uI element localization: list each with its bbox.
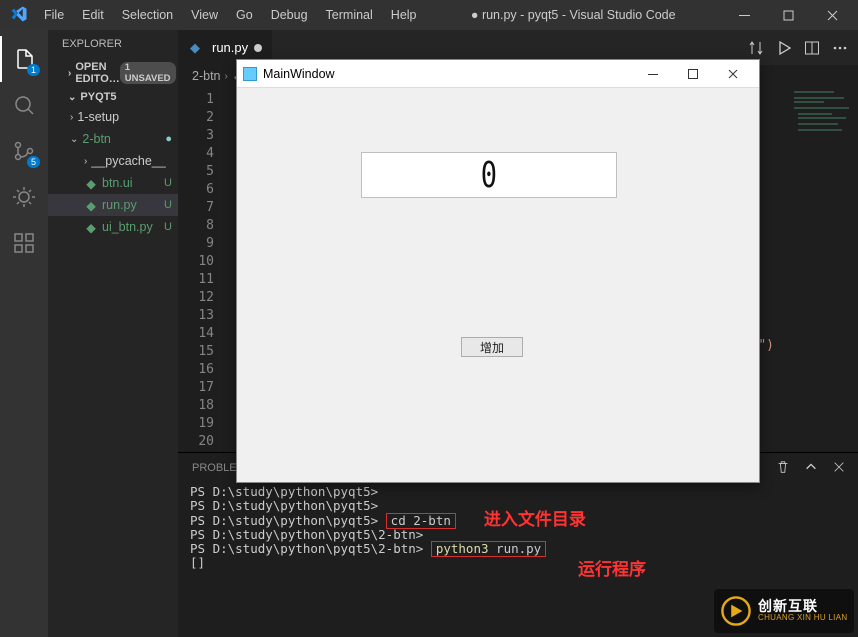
scm-badge: 5 xyxy=(27,156,40,168)
close-icon[interactable] xyxy=(810,0,854,30)
qt-logo-icon xyxy=(243,67,257,81)
workspace-header[interactable]: ⌄ PYQT5 xyxy=(48,88,178,106)
menu-edit[interactable]: Edit xyxy=(74,4,112,26)
folder-2-btn[interactable]: ⌄2-btn● xyxy=(48,128,178,150)
annotation-enter-dir: 进入文件目录 xyxy=(484,510,586,530)
menu-file[interactable]: File xyxy=(36,4,72,26)
explorer-icon[interactable]: 1 xyxy=(0,36,48,82)
highlight-box: python3 run.py xyxy=(431,541,546,557)
run-icon[interactable] xyxy=(776,40,792,56)
python-file-icon: ◆ xyxy=(84,198,98,212)
python-file-icon: ◆ xyxy=(84,220,98,234)
menu-go[interactable]: Go xyxy=(228,4,261,26)
code-fragment: ") xyxy=(758,337,774,355)
chevron-right-icon: › xyxy=(70,112,73,123)
activity-bar: 1 5 xyxy=(0,30,48,637)
chevron-right-icon: › xyxy=(84,156,87,167)
source-control-icon[interactable]: 5 xyxy=(0,128,48,174)
extensions-icon[interactable] xyxy=(0,220,48,266)
unsaved-badge: 1 UNSAVED xyxy=(120,62,176,84)
minimize-icon[interactable] xyxy=(633,61,673,87)
modified-dot-icon xyxy=(254,44,262,52)
menu-bar: File Edit Selection View Go Debug Termin… xyxy=(36,4,425,26)
chevron-down-icon: ⌄ xyxy=(70,134,78,145)
brand-mark-icon xyxy=(720,595,752,627)
python-file-icon: ◆ xyxy=(188,41,202,55)
term-cursor: [] xyxy=(190,556,846,570)
titlebar: File Edit Selection View Go Debug Termin… xyxy=(0,0,858,30)
window-title: ● run.py - pyqt5 - Visual Studio Code xyxy=(425,8,722,22)
open-editors-label: OPEN EDITO… xyxy=(75,61,119,85)
pyqt-title: MainWindow xyxy=(263,67,335,81)
brand-cn: 创新互联 xyxy=(758,599,847,614)
lcd-display: 0 xyxy=(361,152,617,198)
pyqt-body: 0 增加 xyxy=(237,88,759,482)
vscode-logo-icon xyxy=(10,5,30,25)
increment-button[interactable]: 增加 xyxy=(461,337,523,357)
term-line: PS D:\study\python\pyqt5> cd 2-btn进入文件目录 xyxy=(190,513,846,528)
chevron-down-icon: ⌄ xyxy=(68,92,76,103)
term-line: PS D:\study\python\pyqt5> xyxy=(190,485,846,499)
pyqt-window[interactable]: MainWindow 0 增加 xyxy=(236,59,760,483)
files-badge: 1 xyxy=(27,64,40,76)
breadcrumb-folder[interactable]: 2-btn xyxy=(192,69,221,83)
trash-icon[interactable] xyxy=(776,460,790,477)
line-gutter: 1234567891011121314151617181920 xyxy=(178,87,226,452)
search-icon[interactable] xyxy=(0,82,48,128)
chevron-right-icon: › xyxy=(225,71,228,82)
file-icon: ◆ xyxy=(84,176,98,190)
maximize-icon[interactable] xyxy=(673,61,713,87)
more-icon[interactable] xyxy=(832,40,848,56)
open-editors-header[interactable]: › OPEN EDITO… 1 UNSAVED xyxy=(48,58,178,88)
folder-1-setup[interactable]: ›1-setup xyxy=(48,106,178,128)
tab-label: run.py xyxy=(212,40,248,55)
file-btn-ui[interactable]: ◆btn.uiU xyxy=(48,172,178,194)
maximize-icon[interactable] xyxy=(766,0,810,30)
sidebar: EXPLORER › OPEN EDITO… 1 UNSAVED ⌄ PYQT5… xyxy=(48,30,178,637)
menu-debug[interactable]: Debug xyxy=(263,4,316,26)
file-ui-btn-py[interactable]: ◆ui_btn.pyU xyxy=(48,216,178,238)
annotation-run: 运行程序 xyxy=(578,563,646,578)
untracked-status: U xyxy=(164,221,172,233)
untracked-status: U xyxy=(164,177,172,189)
term-line: PS D:\study\python\pyqt5\2-btn> python3 … xyxy=(190,542,846,556)
folder-pycache[interactable]: ›__pycache__ xyxy=(48,150,178,172)
modified-dot-icon: ● xyxy=(165,133,172,145)
sidebar-title: EXPLORER xyxy=(48,30,178,58)
brand-en: CHUANG XIN HU LIAN xyxy=(758,614,847,622)
menu-selection[interactable]: Selection xyxy=(114,4,181,26)
debug-icon[interactable] xyxy=(0,174,48,220)
menu-help[interactable]: Help xyxy=(383,4,425,26)
term-line: PS D:\study\python\pyqt5\2-btn> xyxy=(190,528,846,542)
compare-icon[interactable] xyxy=(748,40,764,56)
workspace-name: PYQT5 xyxy=(80,91,116,103)
split-icon[interactable] xyxy=(804,40,820,56)
menu-terminal[interactable]: Terminal xyxy=(318,4,381,26)
watermark-logo: 创新互联 CHUANG XIN HU LIAN xyxy=(714,589,854,633)
close-icon[interactable] xyxy=(832,460,846,477)
menu-view[interactable]: View xyxy=(183,4,226,26)
untracked-status: U xyxy=(164,199,172,211)
minimize-icon[interactable] xyxy=(722,0,766,30)
minimap[interactable] xyxy=(788,87,858,452)
file-tree: ›1-setup ⌄2-btn● ›__pycache__ ◆btn.uiU ◆… xyxy=(48,106,178,238)
lcd-value: 0 xyxy=(481,155,497,196)
chevron-up-icon[interactable] xyxy=(804,460,818,477)
chevron-right-icon: › xyxy=(68,68,71,79)
pyqt-titlebar[interactable]: MainWindow xyxy=(237,60,759,88)
file-run-py[interactable]: ◆run.pyU xyxy=(48,194,178,216)
close-icon[interactable] xyxy=(713,61,753,87)
